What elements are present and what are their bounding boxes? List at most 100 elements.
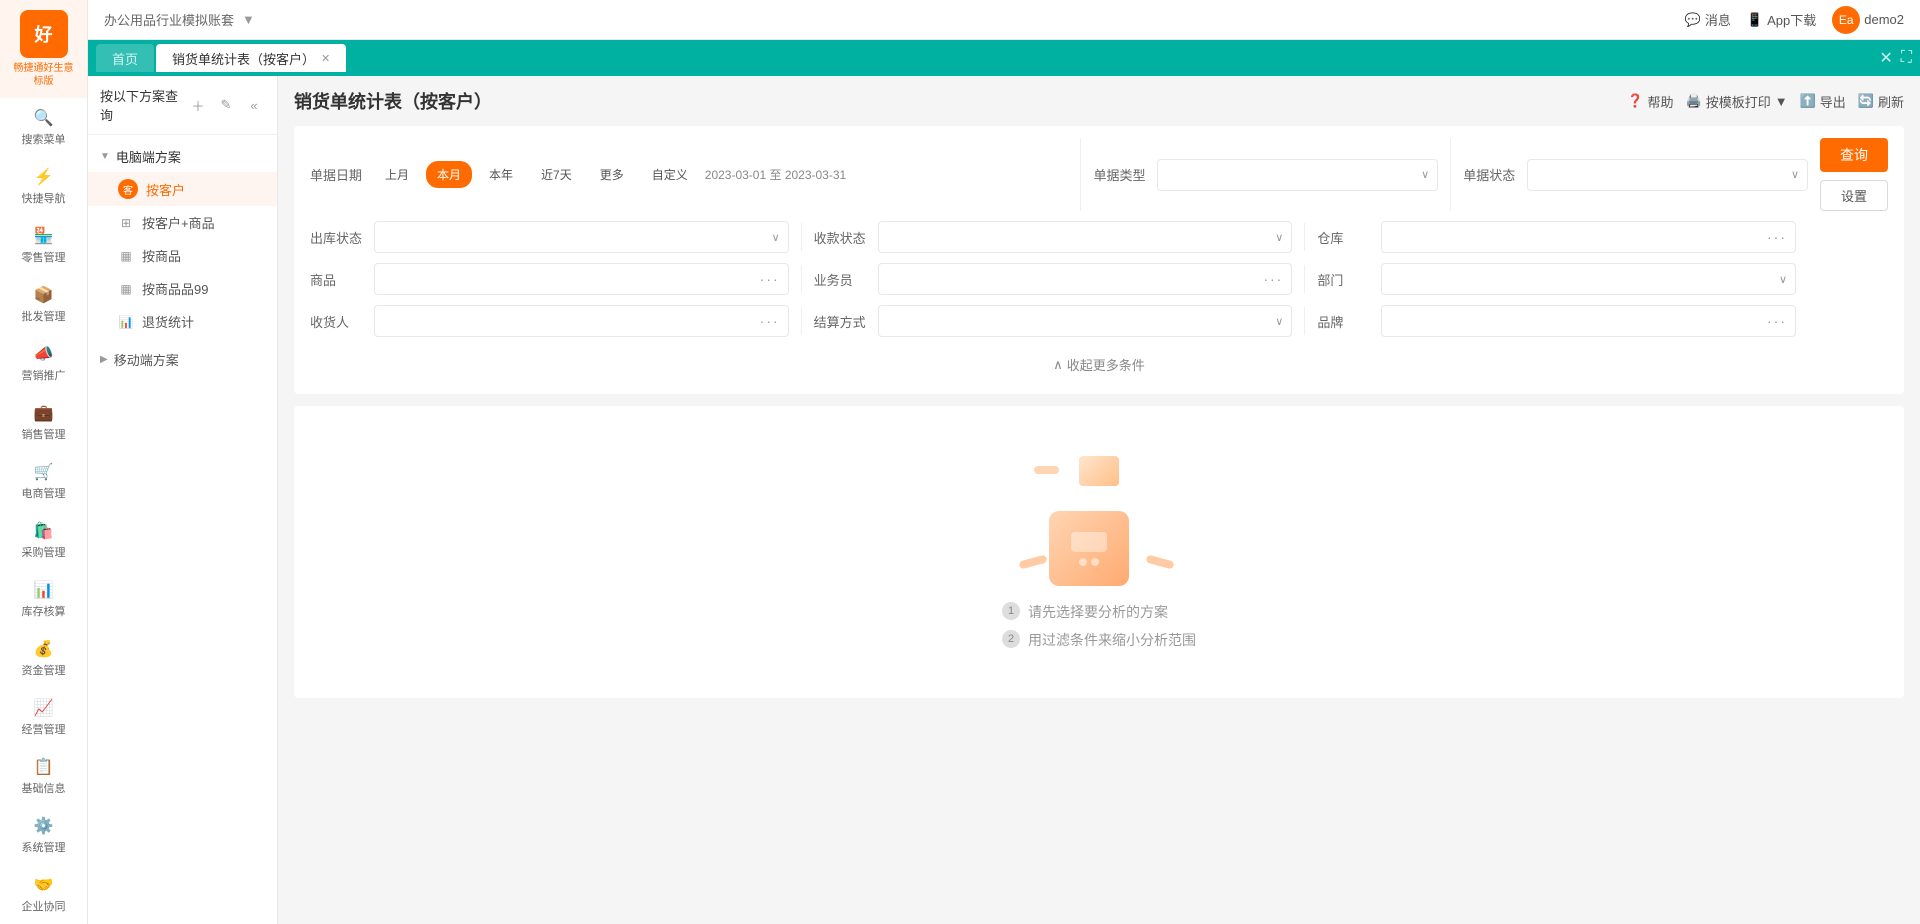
mobile-plan-group-header[interactable]: ▶ 移动端方案 [88, 344, 277, 375]
empty-hint-1: 1 请先选择要分析的方案 [1002, 602, 1196, 622]
export-button[interactable]: ⬆️ 导出 [1800, 92, 1846, 111]
right-inner: 销货单统计表（按客户） ❓ 帮助 🖨️ 按模板打印 ▼ ⬆️ [278, 76, 1920, 924]
sidebar-icon-operations: 📈 [34, 698, 54, 718]
sidebar-icon-sales: 💼 [34, 403, 54, 423]
sidebar-icon-retail: 🏪 [34, 226, 54, 246]
username: demo2 [1864, 12, 1904, 27]
sidebar-label-search: 搜索菜单 [22, 131, 66, 147]
left-panel-header: 按以下方案查询 ＋ ✎ « [88, 76, 277, 135]
app-download-label: App下载 [1767, 10, 1816, 29]
plan-by-goods[interactable]: ▦ 按商品 [88, 239, 277, 272]
payment-select[interactable]: ∨ [878, 305, 1293, 337]
sidebar-item-basic[interactable]: 📋基础信息 [0, 747, 87, 806]
sidebar-item-search[interactable]: 🔍搜索菜单 [0, 98, 87, 157]
help-button[interactable]: ❓ 帮助 [1627, 92, 1673, 111]
add-plan-button[interactable]: ＋ [187, 94, 209, 116]
tab-home[interactable]: 首页 [96, 44, 154, 72]
sidebar-item-sales[interactable]: 💼 销售管理 [0, 393, 87, 452]
doc-type-select[interactable]: ∨ [1157, 159, 1438, 191]
date-btn-7days[interactable]: 近7天 [530, 161, 583, 188]
sidebar-item-finance[interactable]: 💰资金管理 [0, 629, 87, 688]
out-status-arrow: ∨ [772, 231, 780, 244]
receiver-label: 收货人 [310, 312, 366, 331]
plan-by-goods-99[interactable]: ▦ 按商品品99 [88, 272, 277, 305]
close-window-icon[interactable]: ✕ [1879, 48, 1892, 68]
sidebar-item-ecommerce[interactable]: 🛒电商管理 [0, 452, 87, 511]
collapse-panel-button[interactable]: « [243, 94, 265, 116]
sidebar-item-purchase[interactable]: 🛍️采购管理 [0, 511, 87, 570]
sidebar-item-marketing[interactable]: 📣营销推广 [0, 334, 87, 393]
export-icon: ⬆️ [1800, 93, 1816, 109]
sidebar-icon-finance: 💰 [34, 639, 54, 659]
doc-status-select[interactable]: ∨ [1527, 159, 1808, 191]
doc-type-label: 单据类型 [1093, 165, 1149, 184]
out-status-select[interactable]: ∨ [374, 221, 789, 253]
date-btn-more[interactable]: 更多 [589, 161, 635, 188]
mobile-group-arrow: ▶ [100, 354, 108, 365]
sidebar-item-retail[interactable]: 🏪零售管理 [0, 216, 87, 275]
date-btn-this-month[interactable]: 本月 [426, 161, 472, 188]
hint-text-1: 请先选择要分析的方案 [1028, 602, 1168, 622]
refresh-button[interactable]: 🔄 刷新 [1858, 92, 1904, 111]
staff-label: 业务员 [814, 270, 870, 289]
sidebar-item-inventory[interactable]: 📊库存核算 [0, 570, 87, 629]
pc-plan-group: ▼ 电脑端方案 客 按客户 ⊞ 按客户+商品 ▦ 按商品 ▦ 按商品品99 [88, 135, 277, 344]
date-btn-this-year[interactable]: 本年 [478, 161, 524, 188]
tabbar: 首页 销货单统计表（按客户） ✕ ✕ ⛶ [88, 40, 1920, 76]
plan-by-customer-icon: 客 [118, 179, 138, 199]
template-print-button[interactable]: 🖨️ 按模板打印 ▼ [1686, 92, 1788, 111]
payment-label: 结算方式 [814, 312, 870, 331]
sidebar-icon-quick-nav: ⚡ [34, 167, 54, 187]
receipt-status-select[interactable]: ∨ [878, 221, 1293, 253]
tab-sales-stat[interactable]: 销货单统计表（按客户） ✕ [156, 44, 346, 72]
help-icon: ❓ [1627, 93, 1643, 109]
collapse-up-icon: ∧ [1053, 357, 1063, 373]
tab-actions: ✕ ⛶ [1879, 48, 1912, 68]
receipt-status-arrow: ∨ [1275, 231, 1283, 244]
message-button[interactable]: 💬 消息 [1685, 10, 1731, 29]
user-profile[interactable]: Ea demo2 [1832, 6, 1904, 34]
avatar: Ea [1832, 6, 1860, 34]
brand-dots: ··· [1767, 313, 1787, 329]
date-btn-custom[interactable]: 自定义 [641, 161, 699, 188]
out-status-label: 出库状态 [310, 228, 366, 247]
topbar: 办公用品行业模拟账套 ▼ 💬 消息 📱 App下载 Ea demo2 [88, 0, 1920, 40]
sidebar-label-system: 系统管理 [22, 839, 66, 855]
dept-arrow: ∨ [1779, 273, 1787, 286]
edit-plan-button[interactable]: ✎ [215, 94, 237, 116]
dropdown-arrow[interactable]: ▼ [242, 12, 255, 27]
goods-select[interactable]: ··· [374, 263, 789, 295]
brand-select[interactable]: ··· [1381, 305, 1796, 337]
query-button[interactable]: 查询 [1820, 138, 1888, 172]
receiver-dots: ··· [760, 313, 780, 329]
logo-icon[interactable]: 好 [20, 10, 68, 58]
right-content: 销货单统计表（按客户） ❓ 帮助 🖨️ 按模板打印 ▼ ⬆️ [278, 76, 1920, 924]
plan-return-stat-icon: 📊 [118, 314, 134, 330]
sidebar-label-marketing: 营销推广 [22, 367, 66, 383]
sidebar-label-sales: 销售管理 [22, 426, 66, 442]
plan-by-customer[interactable]: 客 按客户 [88, 172, 277, 206]
date-btn-last-month[interactable]: 上月 [374, 161, 420, 188]
sidebar-item-enterprise[interactable]: 🤝企业协同 [0, 865, 87, 924]
collapse-bar[interactable]: ∧ 收起更多条件 [310, 347, 1888, 382]
pc-plan-group-header[interactable]: ▼ 电脑端方案 [88, 141, 277, 172]
receiver-select[interactable]: ··· [374, 305, 789, 337]
plan-by-customer-goods[interactable]: ⊞ 按客户+商品 [88, 206, 277, 239]
plan-return-stat[interactable]: 📊 退货统计 [88, 305, 277, 338]
dept-select[interactable]: ∨ [1381, 263, 1796, 295]
sidebar-item-operations[interactable]: 📈经营管理 [0, 688, 87, 747]
sidebar-label-wholesale: 批发管理 [22, 308, 66, 324]
maximize-icon[interactable]: ⛶ [1901, 49, 1912, 67]
receipt-status-label: 收款状态 [814, 228, 870, 247]
template-print-label: 按模板打印 [1706, 92, 1771, 111]
app-download-button[interactable]: 📱 App下载 [1747, 10, 1816, 29]
sidebar-item-wholesale[interactable]: 📦 批发管理 [0, 275, 87, 334]
warehouse-select[interactable]: ··· [1381, 221, 1796, 253]
date-label: 单据日期 [310, 165, 366, 184]
tab-close-icon[interactable]: ✕ [321, 52, 330, 65]
setting-button[interactable]: 设置 [1820, 180, 1888, 211]
sidebar-item-system[interactable]: ⚙️系统管理 [0, 806, 87, 865]
staff-select[interactable]: ··· [878, 263, 1293, 295]
sidebar-item-quick-nav[interactable]: ⚡快捷导航 [0, 157, 87, 216]
sidebar-icon-wholesale: 📦 [34, 285, 54, 305]
